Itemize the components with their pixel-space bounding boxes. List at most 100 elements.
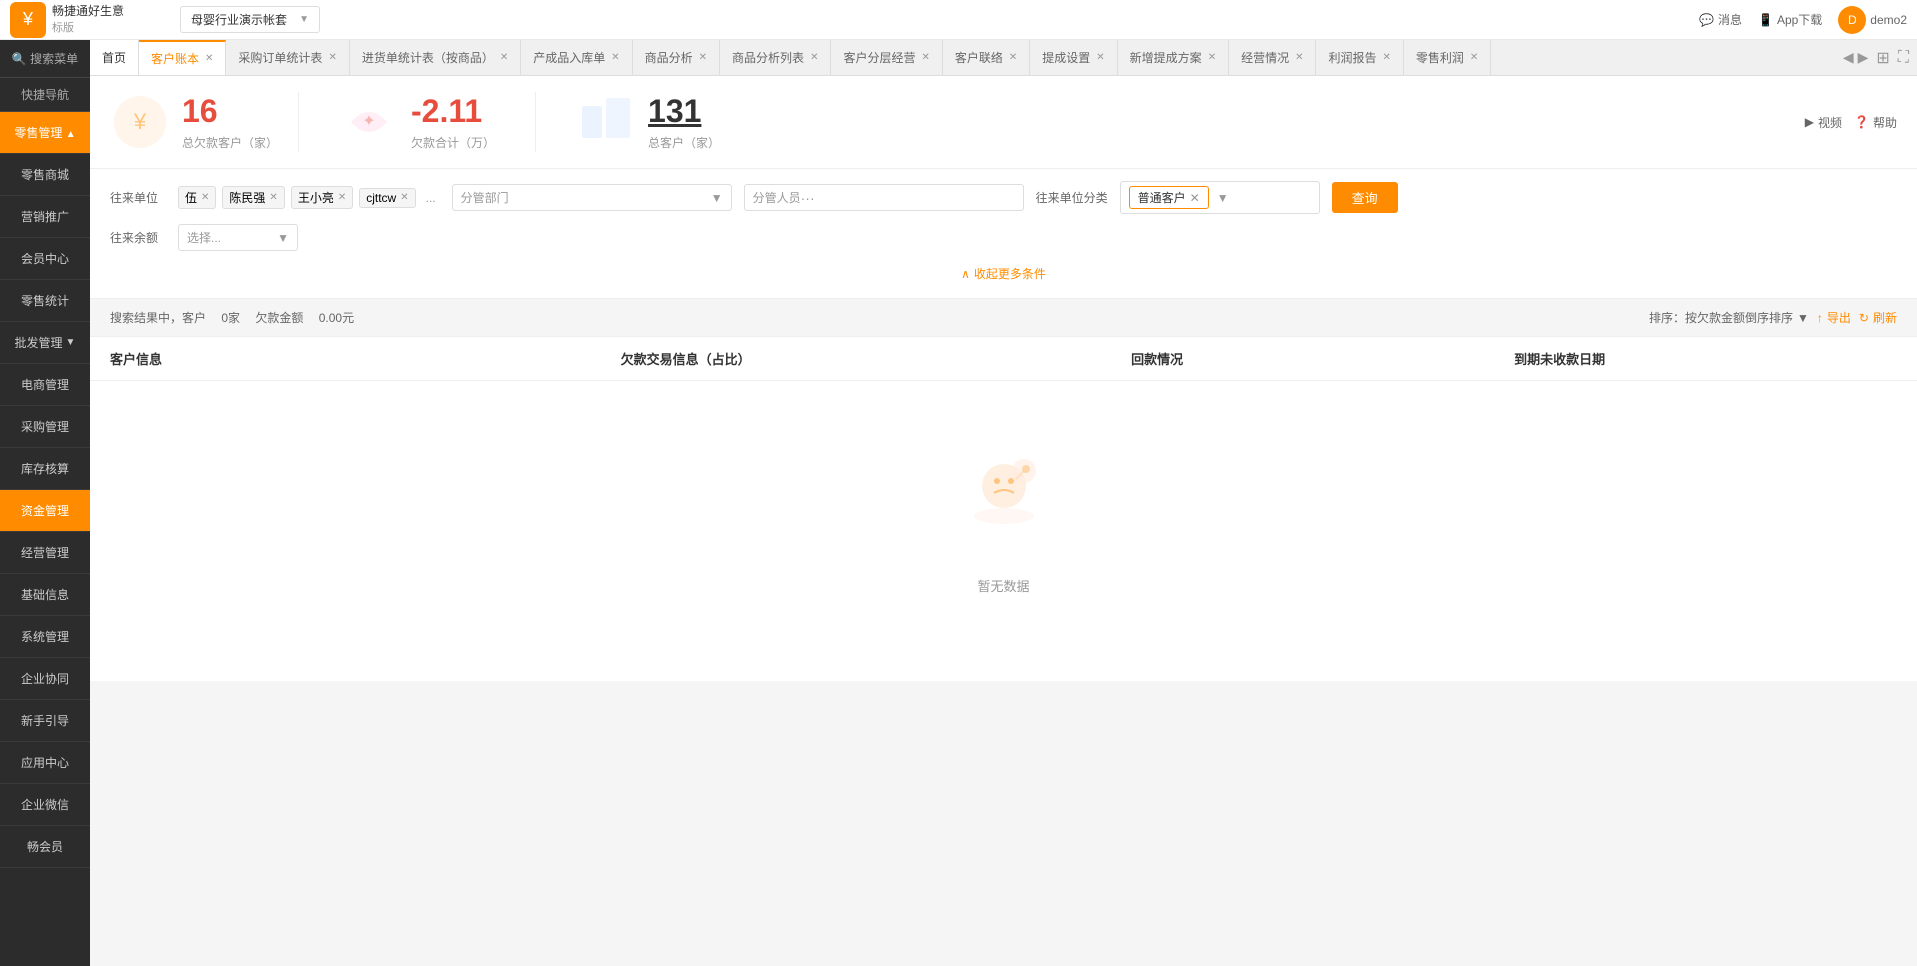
tab-close-icon[interactable]: ✕ [1096,52,1104,63]
tab-label: 经营情况 [1241,49,1289,66]
sidebar-item-weixin[interactable]: 企业微信 [0,784,90,826]
tab-close-icon[interactable]: ✕ [1208,52,1216,63]
tab-next-arrow[interactable]: ▶ [1858,49,1869,66]
sidebar-item-purchase[interactable]: 采购管理 [0,406,90,448]
result-actions: 排序：按欠款金额倒序排序 ▼ ↑ 导出 ↻ 刷新 [1649,309,1897,326]
tab-close-icon[interactable]: ✕ [1470,52,1478,63]
sidebar-item-label: 零售管理 [14,126,62,140]
app-download-btn[interactable]: 📱 App下载 [1758,11,1822,28]
filter-more-btn[interactable]: ... [422,189,440,207]
stat1-block: ¥ 16 总欠款客户（家） [110,92,299,152]
tab-close-icon[interactable]: ✕ [1295,52,1303,63]
tab-purchase-order-stats[interactable]: 采购订单统计表 ✕ [226,40,349,76]
sidebar-item-basic-info[interactable]: 基础信息 [0,574,90,616]
tab-profit-report[interactable]: 利润报告 ✕ [1316,40,1403,76]
stat2-text: -2.11 欠款合计（万） [411,93,495,151]
tab-close-icon[interactable]: ✕ [810,52,818,63]
tab-close-icon[interactable]: ✕ [611,52,619,63]
sidebar-item-enterprise[interactable]: 企业协同 [0,658,90,700]
tab-goods-analysis[interactable]: 商品分析 ✕ [633,40,720,76]
tab-close-icon[interactable]: ✕ [500,52,508,63]
dept-filter-select[interactable]: 分管部门 ▼ [452,184,732,211]
filter-tag-wang: 王小亮 ✕ [291,186,353,209]
video-help-btn[interactable]: ▶ 视频 [1805,114,1842,131]
message-btn[interactable]: 💬 消息 [1699,11,1742,28]
logo-title: 畅捷通好生意 [52,4,124,20]
sidebar-quicknav[interactable]: 快捷导航 [0,78,90,112]
sidebar-item-label: 应用中心 [21,756,69,770]
export-btn[interactable]: ↑ 导出 [1817,309,1851,326]
tab-goods-analysis-list[interactable]: 商品分析列表 ✕ [720,40,831,76]
top-right: 💬 消息 📱 App下载 D demo2 [1699,6,1907,34]
sidebar-item-finance[interactable]: 资金管理 [0,490,90,532]
dept-dropdown-arrow: ▼ [711,191,723,205]
sidebar-item-label: 营销推广 [21,210,69,224]
tab-commission-setting[interactable]: 提成设置 ✕ [1030,40,1117,76]
sidebar-item-newbie[interactable]: 新手引导 [0,700,90,742]
account-select[interactable]: 母婴行业演示帐套 ▼ [180,6,320,33]
tab-expand-icon[interactable]: ⊞ [1876,48,1889,68]
tab-customer-ledger[interactable]: 客户账本 ✕ [139,40,226,76]
sidebar-item-retail-mgmt[interactable]: 零售管理 ▲ [0,112,90,154]
tab-close-icon[interactable]: ✕ [699,52,707,63]
tab-customer-contact[interactable]: 客户联络 ✕ [943,40,1030,76]
tab-add-commission[interactable]: 新增提成方案 ✕ [1118,40,1229,76]
sidebar-item-ecommerce[interactable]: 电商管理 [0,364,90,406]
tag-close-icon[interactable]: ✕ [400,192,408,203]
message-icon: 💬 [1699,13,1714,27]
tab-close-icon[interactable]: ✕ [1009,52,1017,63]
class-tag-close[interactable]: ✕ [1190,191,1200,205]
tab-customer-layer[interactable]: 客户分层经营 ✕ [831,40,942,76]
sidebar-item-retail-mall[interactable]: 零售商城 [0,154,90,196]
sidebar-item-inventory[interactable]: 库存核算 [0,448,90,490]
sidebar-search[interactable]: 🔍 搜索菜单 [0,40,90,78]
amount-filter-input[interactable]: 选择... ▼ [178,224,298,251]
logo-icon: ¥ [10,2,46,38]
amount-dropdown-arrow: ▼ [277,231,289,245]
stat3-icon [576,92,636,152]
sidebar-item-label: 基础信息 [21,588,69,602]
sidebar-item-marketing[interactable]: 营销推广 [0,196,90,238]
sidebar-item-retail-stats[interactable]: 零售统计 [0,280,90,322]
sidebar-item-app-center[interactable]: 应用中心 [0,742,90,784]
help-btn[interactable]: ❓ 帮助 [1854,114,1897,131]
sort-select[interactable]: 排序：按欠款金额倒序排序 ▼ [1649,309,1809,326]
tab-close-icon[interactable]: ✕ [1383,52,1391,63]
tab-home[interactable]: 首页 [90,40,139,76]
sidebar-item-vip[interactable]: 畅会员 [0,826,90,868]
tab-product-inbound[interactable]: 产成品入库单 ✕ [521,40,632,76]
person-filter-select[interactable]: 分管人员 ··· [744,184,1024,211]
help-area: ▶ 视频 ❓ 帮助 [1805,114,1897,131]
tab-close-icon[interactable]: ✕ [328,52,336,63]
tab-label: 商品分析 [645,49,693,66]
tab-close-icon[interactable]: ✕ [205,53,213,64]
col-due-date: 到期未收款日期 [1514,349,1897,368]
user-menu[interactable]: D demo2 [1838,6,1907,34]
collapse-btn[interactable]: ∧ 收起更多条件 [961,265,1046,282]
tab-arrows: ◀ ▶ ⊞ ⛶ [1835,48,1917,68]
filter-tag-cjttcw: cjttcw ✕ [359,188,415,208]
sidebar-item-system[interactable]: 系统管理 [0,616,90,658]
tab-label: 进货单统计表（按商品） [362,49,494,66]
tag-close-icon[interactable]: ✕ [338,192,346,203]
tab-prev-arrow[interactable]: ◀ [1843,49,1854,66]
class-filter-select[interactable]: 普通客户 ✕ ▼ [1120,181,1320,214]
refresh-label: 刷新 [1873,309,1897,326]
person-dots[interactable]: ··· [801,190,815,206]
tab-goods-stats[interactable]: 进货单统计表（按商品） ✕ [350,40,521,76]
tab-operation[interactable]: 经营情况 ✕ [1229,40,1316,76]
refresh-btn[interactable]: ↻ 刷新 [1859,309,1897,326]
sidebar-item-member[interactable]: 会员中心 [0,238,90,280]
tag-close-icon[interactable]: ✕ [201,192,209,203]
sort-label: 排序：按欠款金额倒序排序 [1649,309,1793,326]
sidebar-item-wholesale[interactable]: 批发管理 ▼ [0,322,90,364]
stat3-block: 131 总客户（家） [536,92,760,152]
amount-filter-label: 往来余额 [110,229,166,246]
tab-close-icon[interactable]: ✕ [921,52,929,63]
query-button[interactable]: 查询 [1332,182,1398,213]
stat3-label: 总客户（家） [648,134,720,151]
tab-retail-profit[interactable]: 零售利润 ✕ [1404,40,1491,76]
tab-fullscreen-icon[interactable]: ⛶ [1898,49,1909,67]
tag-close-icon[interactable]: ✕ [269,192,277,203]
sidebar-item-operation[interactable]: 经营管理 [0,532,90,574]
